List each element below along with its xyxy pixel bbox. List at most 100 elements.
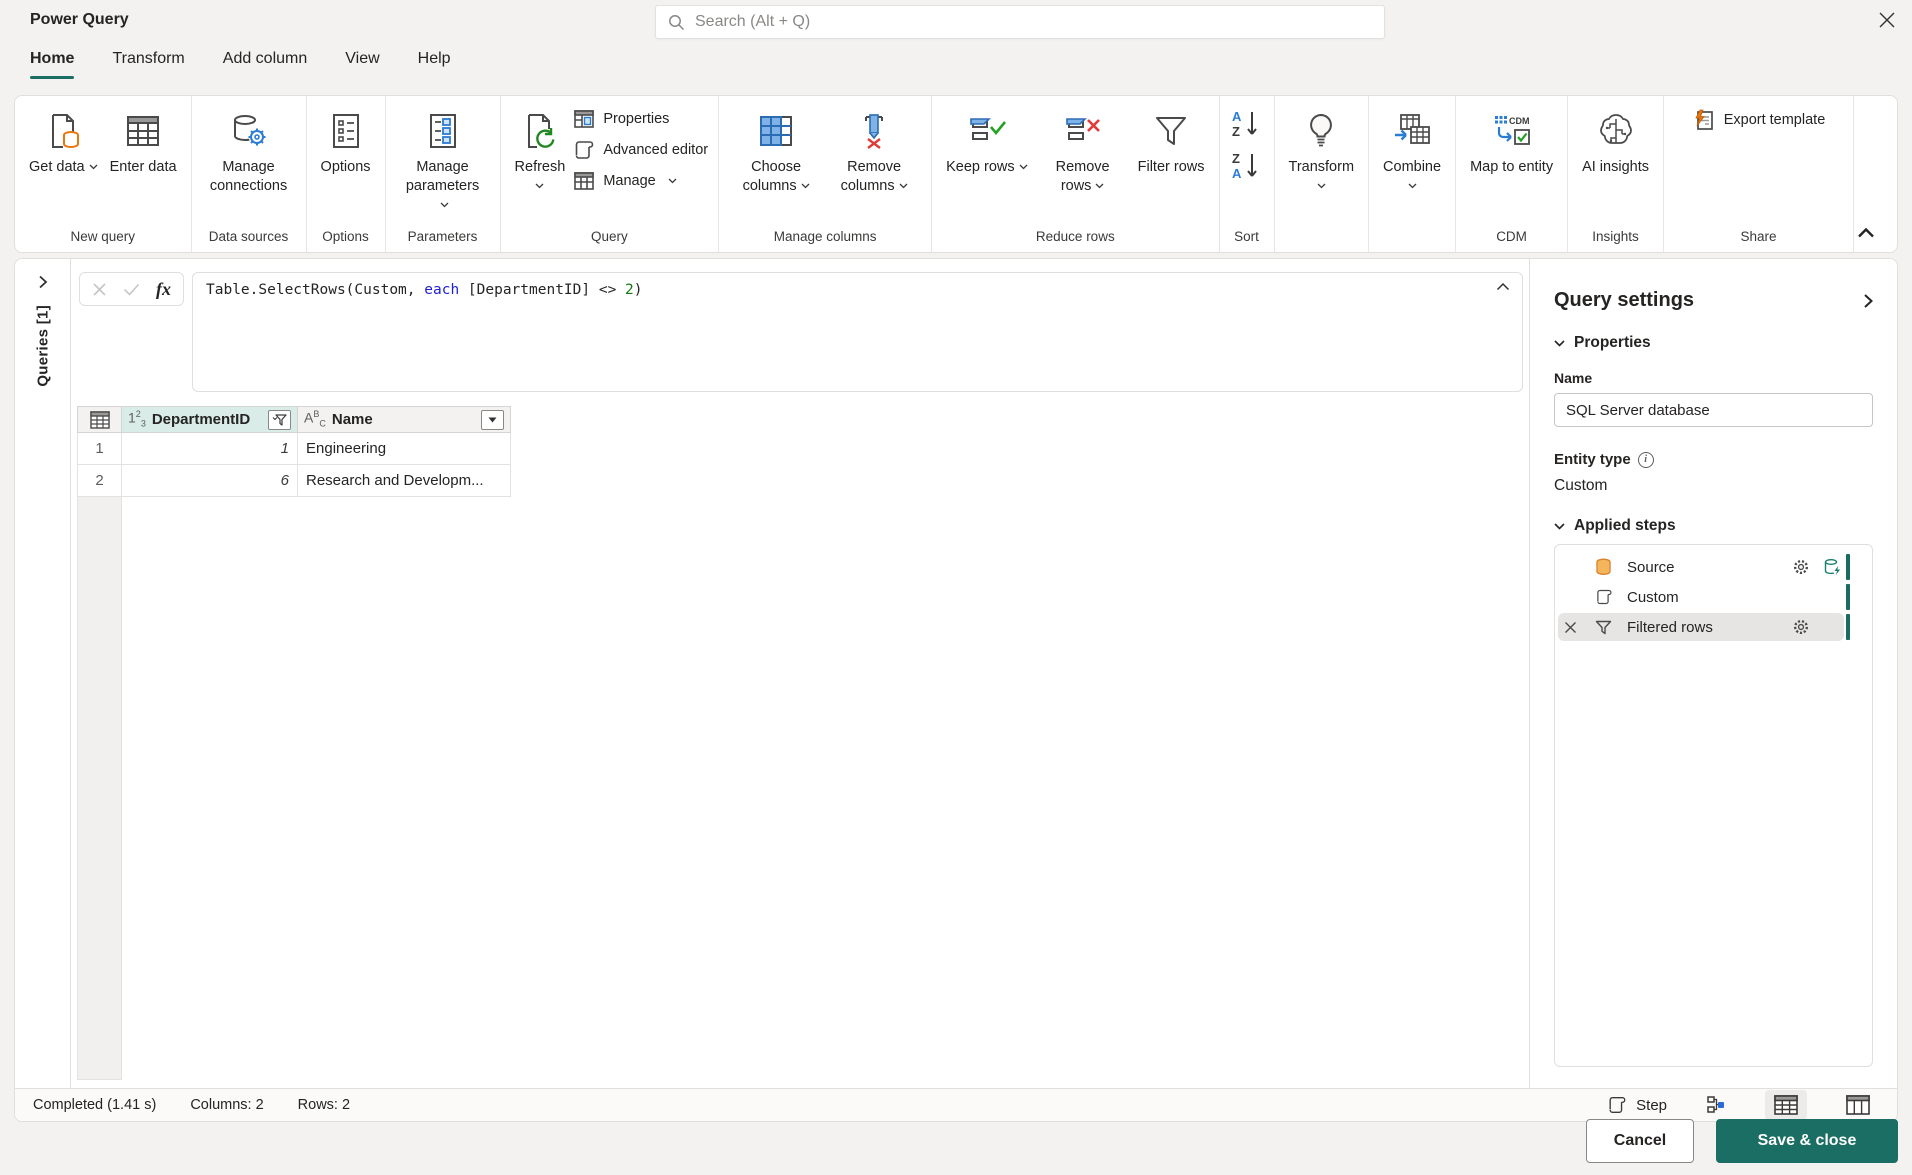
ribbon-tabs: Home Transform Add column View Help	[30, 50, 451, 79]
entity-type-label: Entity type	[1554, 451, 1631, 468]
group-label-data-sources: Data sources	[208, 229, 289, 244]
queries-pane-label[interactable]: Queries [1]	[34, 305, 51, 387]
ai-insights-button[interactable]: AI insights	[1578, 106, 1653, 179]
step-custom[interactable]: Custom	[1555, 582, 1872, 612]
tab-view[interactable]: View	[345, 50, 379, 79]
departmentid-filter-button[interactable]	[268, 409, 291, 430]
sort-ascending-button[interactable]: AZ	[1230, 108, 1264, 140]
cell-departmentid[interactable]: 1	[122, 433, 298, 465]
step-view-button[interactable]: Step	[1607, 1095, 1667, 1115]
refresh-button[interactable]: Refresh	[511, 106, 570, 191]
grid-gutter-filler	[77, 497, 1519, 1080]
choose-columns-button[interactable]: Choose columns	[729, 106, 823, 198]
remove-rows-button[interactable]: Remove rows	[1036, 106, 1130, 198]
row-number[interactable]: 1	[77, 433, 122, 465]
collapse-ribbon-icon[interactable]	[1857, 227, 1875, 238]
get-data-icon	[43, 108, 83, 154]
group-label-new-query: New query	[70, 229, 136, 244]
query-editor-area: fx Table.SelectRows(Custom, each [Depart…	[71, 259, 1530, 1088]
options-button[interactable]: Options	[317, 106, 375, 179]
group-label-share: Share	[1740, 229, 1777, 244]
data-view-button[interactable]	[1765, 1090, 1807, 1120]
formula-commit-icon[interactable]	[123, 283, 140, 296]
tab-home[interactable]: Home	[30, 50, 75, 79]
tab-add-column[interactable]: Add column	[223, 50, 308, 79]
applied-steps-section-header[interactable]: Applied steps	[1554, 517, 1873, 535]
query-name-input[interactable]	[1554, 393, 1873, 427]
chevron-down-icon	[1019, 164, 1028, 170]
save-and-close-button[interactable]: Save & close	[1716, 1119, 1898, 1163]
text-type-icon: ABC	[304, 409, 326, 429]
enter-data-button[interactable]: Enter data	[106, 106, 181, 179]
formula-cancel-icon[interactable]	[92, 282, 107, 297]
map-to-entity-icon: CDM	[1489, 108, 1535, 154]
remove-columns-button[interactable]: Remove columns	[827, 106, 921, 198]
transform-button[interactable]: Transform	[1285, 106, 1359, 191]
svg-text:CDM: CDM	[1509, 116, 1530, 126]
ribbon-group-transform: Transform	[1275, 96, 1370, 252]
sort-descending-button[interactable]: ZA	[1230, 150, 1264, 182]
select-all-cell[interactable]	[77, 406, 122, 433]
cancel-button[interactable]: Cancel	[1586, 1119, 1694, 1163]
query-folding-indicator-icon[interactable]	[1823, 558, 1842, 577]
search-input[interactable]	[695, 13, 1372, 31]
properties-button[interactable]: Properties	[573, 108, 708, 130]
search-box[interactable]	[655, 5, 1385, 39]
properties-section-header[interactable]: Properties	[1554, 334, 1873, 352]
remove-rows-icon	[1063, 108, 1103, 154]
manage-parameters-icon	[425, 108, 461, 154]
svg-text:Z: Z	[1232, 124, 1240, 139]
filter-rows-button[interactable]: Filter rows	[1134, 106, 1209, 179]
options-icon	[328, 108, 364, 154]
ribbon-group-sort: AZ ZA Sort	[1220, 96, 1275, 252]
get-data-button[interactable]: Get data	[25, 106, 102, 179]
formula-input[interactable]: Table.SelectRows(Custom, each [Departmen…	[192, 272, 1523, 392]
tab-help[interactable]: Help	[418, 50, 451, 79]
column-header-name[interactable]: ABC Name	[298, 406, 511, 433]
cell-departmentid[interactable]: 6	[122, 465, 298, 497]
step-settings-gear-icon[interactable]	[1792, 558, 1810, 576]
step-source[interactable]: Source	[1555, 552, 1872, 582]
chevron-down-icon	[1408, 183, 1417, 189]
map-to-entity-button[interactable]: CDM Map to entity	[1466, 106, 1557, 179]
advanced-editor-button[interactable]: Advanced editor	[573, 139, 708, 161]
delete-step-icon[interactable]	[1564, 621, 1577, 634]
combine-button[interactable]: Combine	[1379, 106, 1445, 191]
ribbon-group-parameters: Manage parameters Parameters	[386, 96, 501, 252]
queries-pane-collapsed: Queries [1]	[15, 259, 71, 1088]
dialog-footer: Cancel Save & close	[1586, 1119, 1898, 1163]
ribbon-group-reduce-rows: Keep rows Remove rows Filter rows Reduce…	[932, 96, 1220, 252]
status-completed: Completed (1.41 s)	[33, 1097, 157, 1113]
row-number[interactable]: 2	[77, 465, 122, 497]
chevron-down-icon	[1317, 183, 1326, 189]
cell-name[interactable]: Engineering	[298, 433, 511, 465]
export-template-button[interactable]: Export template	[1692, 108, 1825, 132]
table-row: 1 1 Engineering	[77, 433, 1519, 465]
ribbon-group-options: Options Options	[307, 96, 386, 252]
tab-transform[interactable]: Transform	[112, 50, 184, 79]
svg-text:A: A	[1232, 166, 1242, 181]
schema-view-button[interactable]	[1837, 1090, 1879, 1120]
manage-connections-button[interactable]: Manage connections	[202, 106, 296, 198]
manage-query-icon	[573, 170, 595, 192]
step-settings-gear-icon[interactable]	[1792, 618, 1810, 636]
step-filtered-rows[interactable]: Filtered rows	[1555, 612, 1872, 642]
query-settings-title: Query settings	[1554, 289, 1695, 311]
cell-name[interactable]: Research and Developm...	[298, 465, 511, 497]
info-icon[interactable]: i	[1637, 451, 1654, 468]
column-header-departmentid[interactable]: 123 DepartmentID	[122, 406, 298, 433]
manage-query-button[interactable]: Manage	[573, 170, 708, 192]
keep-rows-button[interactable]: Keep rows	[942, 106, 1032, 179]
group-label-options: Options	[322, 229, 369, 244]
expand-queries-pane-icon[interactable]	[38, 275, 47, 289]
collapse-formula-bar-icon[interactable]	[1496, 282, 1510, 291]
collapse-panel-icon[interactable]	[1863, 293, 1873, 309]
table-row: 2 6 Research and Developm...	[77, 465, 1519, 497]
query-dependencies-button[interactable]	[1697, 1091, 1735, 1119]
step-folding-bar	[1846, 614, 1850, 640]
remove-columns-icon	[854, 108, 894, 154]
manage-parameters-button[interactable]: Manage parameters	[396, 106, 490, 217]
close-icon[interactable]	[1878, 11, 1896, 29]
name-filter-button[interactable]	[481, 409, 504, 430]
applied-steps-list: Source Custom Filtered rows	[1554, 544, 1873, 1067]
